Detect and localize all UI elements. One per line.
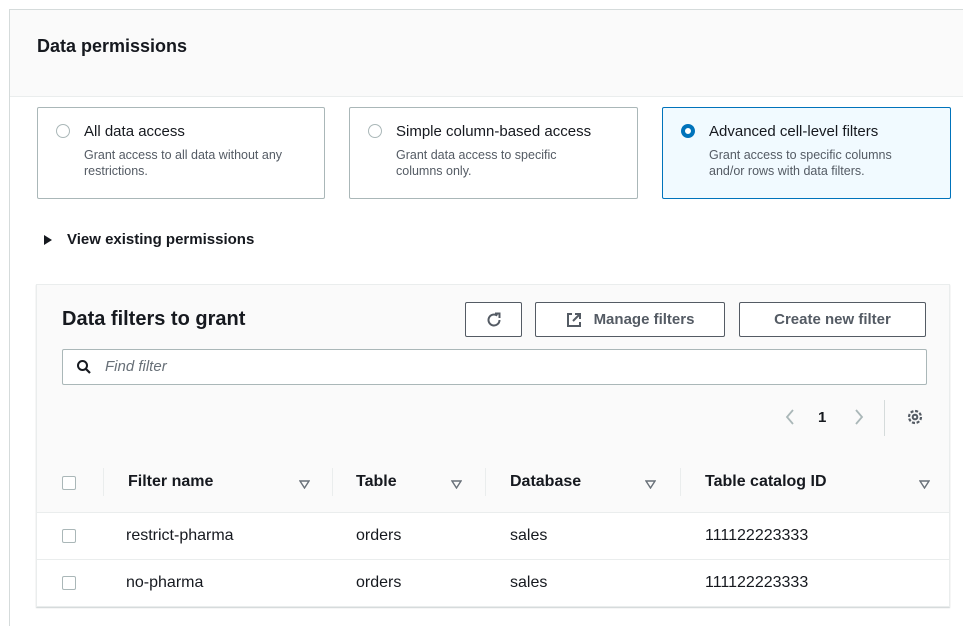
search-icon: [77, 360, 91, 374]
column-header-filter-name[interactable]: Filter name: [128, 473, 213, 491]
cell-database: sales: [510, 527, 548, 544]
option-description: Grant data access to specific columns on…: [396, 148, 557, 178]
create-new-filter-button[interactable]: Create new filter: [739, 302, 926, 337]
table-row[interactable]: no-pharma orders sales 111122223333: [37, 560, 949, 606]
panel-title: Data permissions: [37, 36, 188, 56]
column-divider: [485, 468, 486, 496]
option-label: All data access: [84, 123, 185, 140]
manage-filters-button[interactable]: Manage filters: [535, 302, 725, 337]
option-all-data-access[interactable]: All data access Grant access to all data…: [37, 107, 325, 199]
cell-table: orders: [356, 527, 402, 544]
sort-icon[interactable]: [451, 480, 462, 489]
radio-simple-column-access[interactable]: [368, 124, 382, 138]
panel-header: Data permissions: [10, 10, 963, 97]
column-header-table[interactable]: Table: [356, 473, 397, 491]
radio-advanced-cell-filters[interactable]: [681, 124, 695, 138]
sort-icon[interactable]: [299, 480, 310, 489]
radio-all-data-access[interactable]: [56, 124, 70, 138]
select-all-checkbox[interactable]: [62, 476, 76, 490]
option-label: Advanced cell-level filters: [709, 123, 879, 140]
row-checkbox[interactable]: [62, 576, 76, 590]
find-filter-search[interactable]: [62, 349, 927, 385]
option-simple-column-access[interactable]: Simple column-based access Grant data ac…: [349, 107, 638, 199]
next-page-icon[interactable]: [853, 409, 865, 425]
refresh-button[interactable]: [465, 302, 522, 337]
settings-gear-icon[interactable]: [906, 408, 924, 426]
refresh-icon: [487, 312, 500, 326]
column-header-database[interactable]: Database: [510, 473, 581, 491]
previous-page-icon[interactable]: [784, 409, 796, 425]
data-permissions-panel: Data permissions All data access Grant a…: [9, 9, 963, 626]
row-checkbox[interactable]: [62, 529, 76, 543]
pager-divider: [884, 400, 885, 436]
view-existing-permissions-toggle[interactable]: View existing permissions: [44, 231, 254, 248]
column-header-table-catalog-id[interactable]: Table catalog ID: [705, 473, 827, 491]
cell-filter-name: restrict-pharma: [126, 527, 234, 544]
option-advanced-cell-filters[interactable]: Advanced cell-level filters Grant access…: [662, 107, 951, 199]
sort-icon[interactable]: [919, 480, 930, 489]
column-divider: [332, 468, 333, 496]
cell-filter-name: no-pharma: [126, 574, 204, 591]
search-input[interactable]: [103, 357, 907, 376]
page-number[interactable]: 1: [818, 409, 826, 439]
data-filters-table-container: Data filters to grant Manage filters Cre…: [36, 284, 950, 607]
cell-catalog-id: 111122223333: [705, 574, 809, 591]
option-description: Grant access to specific columns and/or …: [709, 148, 892, 178]
table-row[interactable]: restrict-pharma orders sales 11112222333…: [37, 513, 949, 560]
create-filter-label: Create new filter: [774, 311, 891, 328]
cell-table: orders: [356, 574, 402, 591]
option-label: Simple column-based access: [396, 123, 592, 140]
cell-database: sales: [510, 574, 548, 591]
external-link-icon: [566, 312, 581, 327]
column-divider: [103, 468, 104, 496]
caret-right-icon: [44, 234, 52, 245]
manage-filters-label: Manage filters: [593, 311, 695, 328]
sort-icon[interactable]: [645, 480, 656, 489]
data-filters-title: Data filters to grant: [62, 308, 246, 330]
cell-catalog-id: 111122223333: [705, 527, 809, 544]
option-description: Grant access to all data without any res…: [84, 148, 283, 178]
expander-label: View existing permissions: [67, 231, 255, 248]
column-divider: [680, 468, 681, 496]
